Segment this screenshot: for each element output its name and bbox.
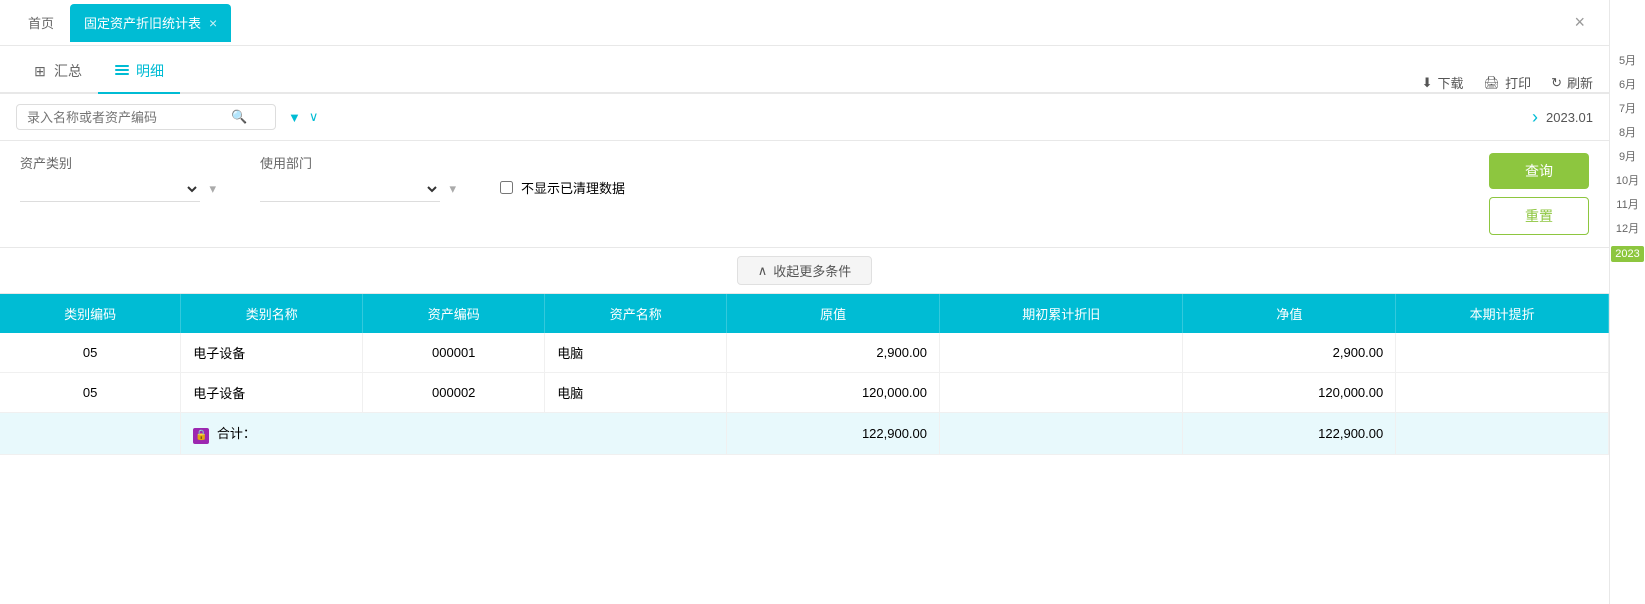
detail-icon	[114, 63, 130, 79]
total-current-depreciation	[1396, 413, 1609, 455]
col-initial-depreciation: 期初累计折旧	[940, 294, 1183, 333]
cell-asset-name: 电脑	[545, 373, 727, 413]
asset-category-label: 资产类别	[20, 153, 220, 172]
search-input[interactable]	[27, 110, 227, 125]
download-label: 下载	[1438, 73, 1464, 92]
sidebar-month[interactable]: 11月	[1610, 192, 1645, 216]
col-current-depreciation: 本期计提折	[1396, 294, 1609, 333]
summary-icon: ⊞	[32, 63, 48, 79]
total-label-cell	[0, 413, 181, 455]
sidebar-arrow-button[interactable]: ›	[1532, 107, 1538, 128]
col-net-value: 净值	[1183, 294, 1396, 333]
col-asset-name: 资产名称	[545, 294, 727, 333]
total-row: 🔒 合计： 122,900.00 122,900.00	[0, 413, 1609, 455]
print-icon: 🖨	[1484, 75, 1501, 91]
tab-summary-label: 汇总	[54, 61, 82, 81]
more-conditions-button[interactable]: ▼ ∨	[288, 109, 318, 125]
cell-asset-name: 电脑	[545, 333, 727, 373]
cell-category-name: 电子设备	[181, 333, 363, 373]
date-display: 2023.01	[1546, 110, 1593, 125]
col-category-name: 类别名称	[181, 294, 363, 333]
cell-current-depreciation	[1396, 373, 1609, 413]
print-button[interactable]: 🖨 打印	[1484, 73, 1532, 92]
tab-detail-label: 明细	[136, 61, 164, 81]
window-close-button[interactable]: ×	[1566, 8, 1593, 37]
collapse-button[interactable]: ∧ 收起更多条件	[737, 256, 873, 285]
close-tab-button[interactable]: ×	[209, 15, 217, 31]
active-tab-label: 固定资产折旧统计表	[84, 13, 201, 32]
table-row: 05 电子设备 000001 电脑 2,900.00 2,900.00	[0, 333, 1609, 373]
search-icon[interactable]: 🔍	[231, 109, 247, 125]
chevron-down-icon: ∨	[309, 109, 319, 125]
nav-home[interactable]: 首页	[16, 9, 66, 36]
asset-category-field: 资产类别	[20, 153, 220, 202]
print-label: 打印	[1505, 73, 1531, 92]
sidebar-month[interactable]: 7月	[1610, 96, 1645, 120]
exclude-cleared-row: 不显示已清理数据	[500, 178, 625, 197]
query-button[interactable]: 查询	[1489, 153, 1589, 189]
sidebar-month[interactable]: 10月	[1610, 168, 1645, 192]
total-icon: 🔒	[193, 428, 209, 444]
filter-actions: 查询 重置	[1489, 153, 1589, 235]
cell-initial-depreciation	[940, 333, 1183, 373]
col-category-code: 类别编码	[0, 294, 181, 333]
collapse-bar: ∧ 收起更多条件	[0, 248, 1609, 294]
col-original-value: 原值	[727, 294, 940, 333]
tab-detail[interactable]: 明细	[98, 50, 180, 94]
table-header-row: 类别编码 类别名称 资产编码 资产名称 原值 期初累计折旧 净值 本期计提折	[0, 294, 1609, 333]
table-row: 05 电子设备 000002 电脑 120,000.00 120,000.00	[0, 373, 1609, 413]
asset-category-select[interactable]	[20, 176, 200, 202]
cell-category-code: 05	[0, 333, 181, 373]
department-select[interactable]	[260, 176, 440, 202]
cell-current-depreciation	[1396, 333, 1609, 373]
download-button[interactable]: ⬇ 下载	[1422, 73, 1464, 92]
total-label: 🔒 合计：	[181, 413, 727, 455]
filter-area: 资产类别 使用部门 不显示已清理数据	[0, 141, 1609, 248]
department-select-wrapper	[260, 176, 460, 202]
toolbar-tabs: ⊞ 汇总 明细 ⬇ 下载 🖨 打印 ↻	[0, 46, 1609, 94]
refresh-icon: ↻	[1551, 75, 1562, 91]
right-sidebar: 5月6月7月8月9月10月11月12月 2023	[1609, 0, 1645, 604]
cell-net-value: 120,000.00	[1183, 373, 1396, 413]
filter-row: 资产类别 使用部门 不显示已清理数据	[20, 153, 1449, 202]
filter-icon: ▼	[288, 110, 301, 125]
toolbar-actions: ⬇ 下载 🖨 打印 ↻ 刷新	[1422, 73, 1593, 92]
cell-net-value: 2,900.00	[1183, 333, 1396, 373]
cell-category-name: 电子设备	[181, 373, 363, 413]
sidebar-month[interactable]: 5月	[1610, 48, 1645, 72]
table-wrap: 类别编码 类别名称 资产编码 资产名称 原值 期初累计折旧 净值 本期计提折 0…	[0, 294, 1609, 604]
total-net-value: 122,900.00	[1183, 413, 1396, 455]
chevron-up-icon: ∧	[758, 263, 768, 279]
total-original-value: 122,900.00	[727, 413, 940, 455]
department-label: 使用部门	[260, 153, 460, 172]
exclude-cleared-checkbox[interactable]	[500, 181, 513, 194]
active-tab[interactable]: 固定资产折旧统计表 ×	[70, 4, 231, 42]
search-input-wrap: 🔍	[16, 104, 276, 130]
sidebar-month[interactable]: 8月	[1610, 120, 1645, 144]
refresh-button[interactable]: ↻ 刷新	[1551, 73, 1593, 92]
exclude-cleared-label: 不显示已清理数据	[521, 178, 625, 197]
reset-button[interactable]: 重置	[1489, 197, 1589, 235]
sidebar-month[interactable]: 12月	[1610, 216, 1645, 240]
cell-original-value: 120,000.00	[727, 373, 940, 413]
sidebar-month[interactable]: 9月	[1610, 144, 1645, 168]
total-initial-depreciation	[940, 413, 1183, 455]
collapse-label: 收起更多条件	[773, 261, 851, 280]
col-asset-code: 资产编码	[363, 294, 545, 333]
asset-category-select-wrapper	[20, 176, 220, 202]
download-icon: ⬇	[1422, 75, 1433, 91]
data-table: 类别编码 类别名称 资产编码 资产名称 原值 期初累计折旧 净值 本期计提折 0…	[0, 294, 1609, 455]
cell-asset-code: 000001	[363, 333, 545, 373]
nav-bar: 首页 固定资产折旧统计表 × ×	[0, 0, 1609, 46]
tab-summary[interactable]: ⊞ 汇总	[16, 50, 98, 94]
cell-category-code: 05	[0, 373, 181, 413]
cell-original-value: 2,900.00	[727, 333, 940, 373]
sidebar-month[interactable]: 6月	[1610, 72, 1645, 96]
cell-initial-depreciation	[940, 373, 1183, 413]
cell-asset-code: 000002	[363, 373, 545, 413]
refresh-label: 刷新	[1567, 73, 1593, 92]
search-bar: 🔍 ▼ ∨ › 2023.01	[0, 94, 1609, 141]
sidebar-year: 2023	[1611, 246, 1643, 262]
department-field: 使用部门	[260, 153, 460, 202]
